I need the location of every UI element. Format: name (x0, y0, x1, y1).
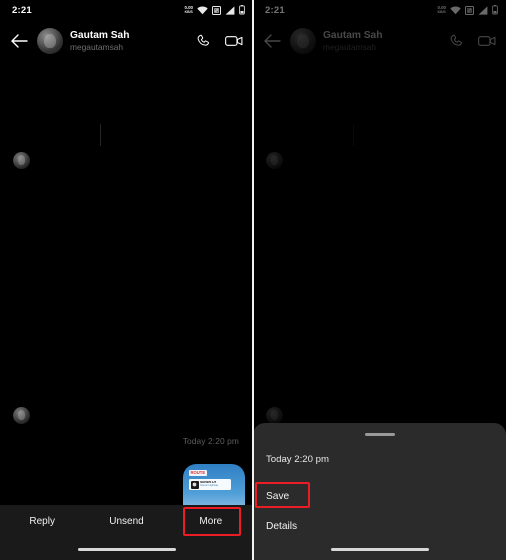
sheet-time-header: Today 2:20 pm (266, 454, 329, 465)
message-options-sheet: Today 2:20 pm Save Details (253, 423, 506, 560)
phone-call-icon[interactable] (196, 34, 211, 49)
screenshot-icon (212, 5, 221, 15)
message-avatar (13, 407, 30, 424)
gesture-navigation-bar (0, 538, 253, 560)
status-bar: 2:21 0.00 KB/S (0, 0, 253, 20)
cellular-signal-icon (225, 5, 235, 15)
back-arrow-icon[interactable] (8, 30, 30, 52)
reply-button[interactable]: Reply (0, 505, 84, 538)
photo-overlay-thumb-icon (190, 480, 199, 489)
wifi-icon (197, 6, 208, 14)
thread-artifact (100, 124, 101, 146)
avatar[interactable] (37, 28, 63, 54)
message-avatar (13, 152, 30, 169)
battery-icon (239, 5, 245, 15)
photo-overlay-card: Sunset Dr Scenic Highway (189, 479, 231, 490)
panel-divider (252, 0, 254, 560)
message-thread: Today 2:20 pm ROUTE (0, 62, 253, 560)
contact-username: megautamsah (70, 41, 124, 52)
right-panel-save-sheet: 2:21 0.00 KB/S (253, 0, 506, 560)
status-icon-group: 0.00 KB/S (184, 5, 245, 15)
message-action-bar: Reply Unsend More (0, 505, 253, 538)
dual-screenshot-stage: 2:21 0.00 KB/S Gautam Sah megautamsah To… (0, 0, 506, 560)
photo-overlay-subtitle: Scenic Highway (200, 483, 219, 487)
contact-display-name: Gautam Sah (70, 29, 130, 41)
header-action-group (196, 34, 243, 49)
drag-handle[interactable] (364, 433, 395, 436)
status-clock: 2:21 (12, 4, 32, 16)
gesture-home-pill[interactable] (77, 547, 176, 551)
unsend-button[interactable]: Unsend (84, 505, 168, 538)
chat-header: Gautam Sah megautamsah (0, 20, 253, 62)
left-panel-message-actions: 2:21 0.00 KB/S Gautam Sah megautamsah To… (0, 0, 253, 560)
message-timestamp: Today 2:20 pm (182, 436, 239, 446)
video-call-icon[interactable] (225, 34, 243, 48)
chat-title-block[interactable]: Gautam Sah megautamsah (70, 30, 129, 52)
gesture-home-pill[interactable] (330, 547, 429, 551)
gesture-navigation-bar (253, 538, 506, 560)
network-speed-icon: 0.00 KB/S (184, 5, 193, 14)
photo-overlay-text: Sunset Dr Scenic Highway (200, 481, 218, 488)
photo-overlay-logo: ROUTE (189, 470, 207, 477)
more-button[interactable]: More (169, 505, 253, 538)
save-option[interactable]: Save (266, 491, 289, 502)
details-option[interactable]: Details (266, 521, 297, 532)
